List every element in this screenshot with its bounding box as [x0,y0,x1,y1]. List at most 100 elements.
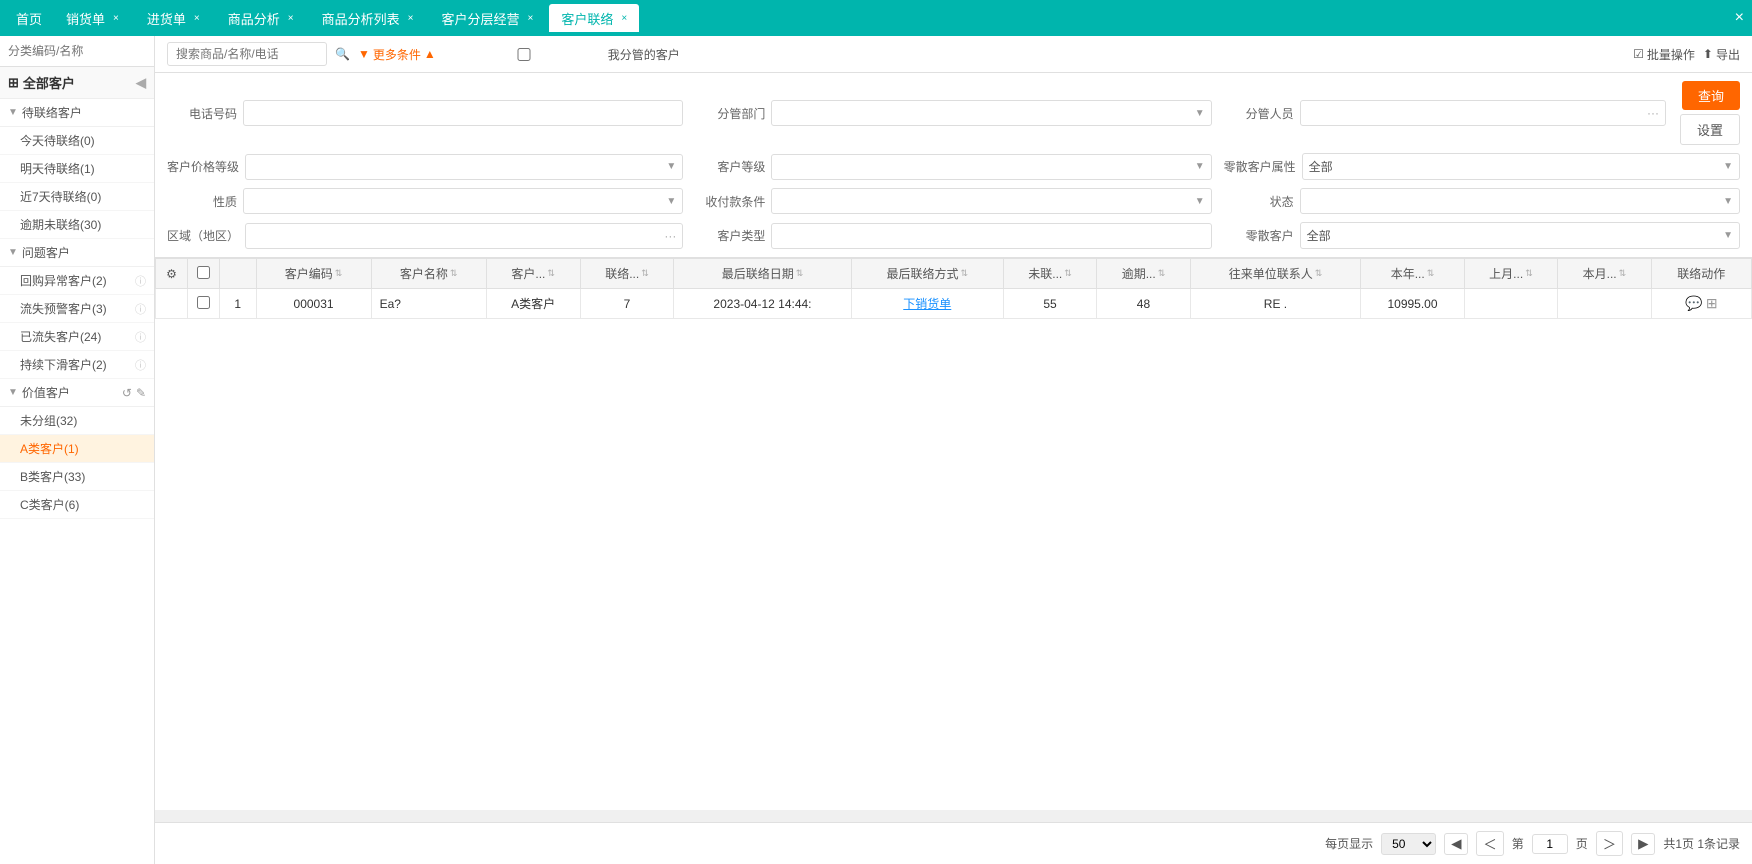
th-action: 联络动作 [1651,259,1751,289]
my-customers-checkbox-area: 我分管的客户 [444,46,680,63]
last-page-button[interactable]: ▶ [1631,833,1655,855]
sidebar-item-7days[interactable]: 近7天待联络(0) [0,183,154,211]
sidebar: 🔍 ⊞ 全部客户 ◀ ▼ 待联络客户 今天待联络(0) 明天待联络(1) 近7天… [0,36,155,864]
section-problem-header[interactable]: ▼ 问题客户 [0,239,154,267]
filter-select-region[interactable]: ··· [245,223,683,249]
close-tab-analysis-list-icon[interactable]: × [408,13,414,24]
chat-icon[interactable]: 💬 [1685,295,1702,311]
sidebar-item-class-b[interactable]: B类客户(33) [0,463,154,491]
close-all-tabs-icon[interactable]: × [1735,9,1744,27]
sidebar-item-unclassified[interactable]: 未分组(32) [0,407,154,435]
th-unit-contact[interactable]: 往来单位联系人 ⇅ [1190,259,1361,289]
th-last-date[interactable]: 最后联络日期 ⇅ [674,259,852,289]
section-value-header[interactable]: ▼ 价值客户 ↺ ✎ [0,379,154,407]
filter-select-cust-type[interactable] [771,223,1211,249]
sidebar-item-class-a[interactable]: A类客户(1) [0,435,154,463]
filter-select-price-level[interactable]: ▼ [245,154,683,180]
page-suffix: 页 [1576,835,1588,852]
td-name[interactable]: Ea? [371,289,486,319]
nav-home[interactable]: 首页 [8,5,50,32]
query-button[interactable]: 查询 [1682,81,1740,110]
filter-label-manager: 分管人员 [1224,105,1294,122]
gear-icon[interactable]: ⚙ [166,267,177,281]
section-pending-header[interactable]: ▼ 待联络客户 [0,99,154,127]
page-number-input[interactable] [1532,834,1568,854]
close-tab-analysis-icon[interactable]: × [288,13,294,24]
td-code: 000031 [256,289,371,319]
sidebar-item-declining[interactable]: 持续下滑客户(2) ⓘ [0,351,154,379]
filter-label-nature: 性质 [167,193,237,210]
prev-page-button[interactable]: ＜ [1476,831,1503,856]
sidebar-item-today[interactable]: 今天待联络(0) [0,127,154,155]
nav-tab-analysis[interactable]: 商品分析 × [216,4,306,32]
th-name[interactable]: 客户名称 ⇅ [371,259,486,289]
filter-select-retail-attr[interactable]: 全部 ▼ [1302,153,1740,180]
sidebar-item-churned[interactable]: 已流失客户(24) ⓘ [0,323,154,351]
td-check [188,289,220,319]
sidebar-root[interactable]: ⊞ 全部客户 ◀ [0,67,154,99]
horizontal-scrollbar[interactable] [155,810,1752,822]
sidebar-collapse-icon[interactable]: ◀ [136,75,146,91]
nav-tab-contact[interactable]: 客户联络 × [549,4,639,32]
filter-select-manager[interactable]: ··· [1300,100,1666,126]
th-last-method[interactable]: 最后联络方式 ⇅ [851,259,1003,289]
filter-input-phone[interactable] [243,100,683,126]
more-filter-button[interactable]: ▼ 更多条件 ▲ [358,46,436,63]
sidebar-item-churn-warning[interactable]: 流失预警客户(3) ⓘ [0,295,154,323]
filter-select-cust-level[interactable]: ▼ [771,154,1211,180]
filter-label-status: 状态 [1224,193,1294,210]
td-no-contact: 55 [1003,289,1096,319]
th-contact[interactable]: 联络... ⇅ [580,259,673,289]
th-code[interactable]: 客户编码 ⇅ [256,259,371,289]
search-input[interactable] [167,42,327,66]
select-all-checkbox[interactable] [197,266,210,279]
th-last-month[interactable]: 上月... ⇅ [1464,259,1557,289]
next-page-button[interactable]: ＞ [1596,831,1623,856]
qr-icon[interactable]: ⊞ [1706,295,1718,311]
edit-icon[interactable]: ✎ [136,386,146,400]
nav-tab-analysis-list[interactable]: 商品分析列表 × [310,4,426,32]
close-tab-segment-icon[interactable]: × [527,13,533,24]
nav-tab-segment[interactable]: 客户分层经营 × [429,4,545,32]
refresh-icon[interactable]: ↺ [122,386,132,400]
per-page-select[interactable]: 50 100 200 [1381,833,1436,855]
sidebar-item-overdue[interactable]: 逾期未联络(30) [0,211,154,239]
close-tab-purchase-icon[interactable]: × [194,13,200,24]
th-gear[interactable]: ⚙ [156,259,188,289]
my-customers-checkbox[interactable] [444,48,604,61]
filter-label-price-level: 客户价格等级 [167,158,239,175]
filter-select-nature[interactable]: ▼ [243,188,683,214]
close-tab-sales-icon[interactable]: × [113,13,119,24]
pagination: 每页显示 50 100 200 ◀ ＜ 第 页 ＞ ▶ 共1页 1条记录 [155,822,1752,864]
last-method-link[interactable]: 下销货单 [903,297,951,311]
th-overdue[interactable]: 逾期... ⇅ [1097,259,1190,289]
batch-op-button[interactable]: ☑ 批量操作 [1633,46,1695,63]
filter-row-price-level: 客户价格等级 ▼ [167,153,683,180]
th-type[interactable]: 客户... ⇅ [486,259,580,289]
th-check [188,259,220,289]
row-checkbox[interactable] [197,296,210,309]
sidebar-search-input[interactable] [8,44,155,58]
advanced-filter: 电话号码 分管部门 ▼ 分管人员 ··· [155,73,1752,258]
filter-row-payment: 收付款条件 ▼ [695,188,1211,214]
th-this-month[interactable]: 本月... ⇅ [1558,259,1651,289]
search-button[interactable]: 🔍 [335,47,350,61]
sidebar-item-class-c[interactable]: C类客户(6) [0,491,154,519]
filter-select-dept[interactable]: ▼ [771,100,1211,126]
td-last-method[interactable]: 下销货单 [851,289,1003,319]
sort-no-contact-icon: ⇅ [1064,269,1072,278]
first-page-button[interactable]: ◀ [1444,833,1468,855]
filter-select-payment[interactable]: ▼ [771,188,1211,214]
sidebar-item-rebuy-abnormal[interactable]: 回购异常客户(2) ⓘ [0,267,154,295]
th-this-year[interactable]: 本年... ⇅ [1361,259,1464,289]
nav-tab-sales[interactable]: 销货单 × [54,4,131,32]
sidebar-item-tomorrow[interactable]: 明天待联络(1) [0,155,154,183]
nav-tab-purchase[interactable]: 进货单 × [135,4,212,32]
th-no-contact[interactable]: 未联... ⇅ [1003,259,1096,289]
filter-select-retail[interactable]: 全部 ▼ [1300,222,1740,249]
export-button[interactable]: ⬆ 导出 [1703,46,1740,63]
grid-icon: ⊞ [8,75,19,91]
settings-button[interactable]: 设置 [1680,114,1740,145]
close-tab-contact-icon[interactable]: × [621,13,627,24]
filter-select-status[interactable]: ▼ [1300,188,1740,214]
